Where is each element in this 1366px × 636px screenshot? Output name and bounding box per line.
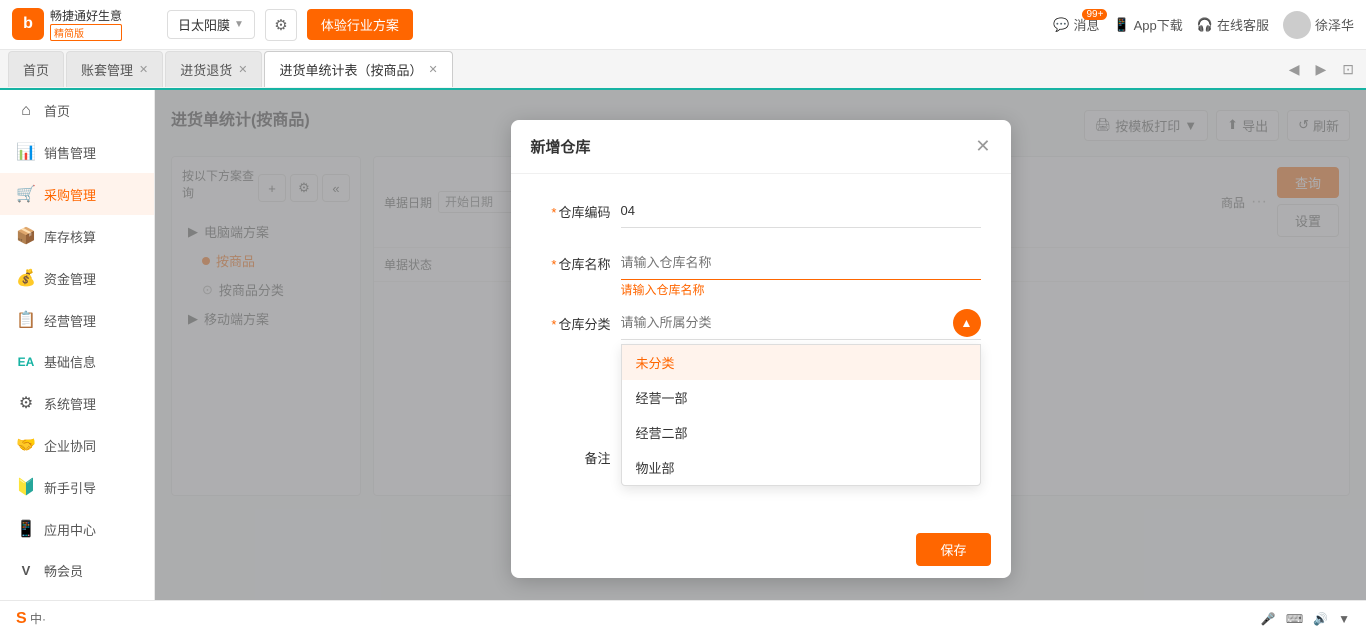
keyboard-icon[interactable]: ⌨ — [1286, 612, 1303, 626]
tab-nav-left-icon[interactable]: ◀ — [1285, 59, 1304, 80]
guide-icon: 🔰 — [16, 477, 36, 497]
tab-bar: 首页 账套管理 ✕ 进货退货 ✕ 进货单统计表（按商品） ✕ ◀ ▶ ⊡ — [0, 50, 1366, 90]
service-item[interactable]: 🎧 在线客服 — [1197, 15, 1269, 34]
store-selector[interactable]: 日太阳膜 ▼ — [167, 10, 255, 39]
dropdown-item-dept1[interactable]: 经营一部 — [622, 380, 980, 415]
warehouse-code-input[interactable] — [621, 194, 981, 228]
sidebar-item-purchase[interactable]: 🛒 采购管理 — [0, 173, 154, 215]
dialog-title: 新增仓库 — [531, 136, 591, 157]
dialog-header: 新增仓库 ✕ — [511, 120, 1011, 174]
app-download-item[interactable]: 📱 App下载 — [1113, 15, 1182, 34]
message-item[interactable]: 💬 消息 99+ — [1053, 15, 1099, 34]
store-arrow-icon: ▼ — [234, 19, 244, 30]
sidebar: ⌂ 首页 📊 销售管理 🛒 采购管理 📦 库存核算 💰 资金管理 📋 经营管理 … — [0, 90, 155, 636]
avatar — [1283, 11, 1311, 39]
category-label: 仓库分类 — [541, 306, 621, 333]
top-header: b 畅捷通好生意 精简版 日太阳膜 ▼ ⚙ 体验行业方案 💬 消息 99+ 📱 … — [0, 0, 1366, 50]
select-arrow-icon[interactable]: ▲ — [953, 309, 981, 337]
header-right: 💬 消息 99+ 📱 App下载 🎧 在线客服 徐泽华 — [1053, 11, 1354, 39]
warehouse-name-input[interactable] — [621, 246, 981, 280]
sidebar-item-operations[interactable]: 📋 经营管理 — [0, 299, 154, 341]
bottom-right: 🎤 ⌨ 🔊 ▼ — [1261, 612, 1350, 626]
sidebar-item-vip[interactable]: V 畅会员 — [0, 550, 154, 591]
inventory-icon: 📦 — [16, 226, 36, 246]
notification-badge: 99+ — [1082, 9, 1107, 20]
name-error-tip: 请输入仓库名称 — [621, 281, 705, 298]
system-icon: ⚙ — [16, 393, 36, 413]
sidebar-item-inventory[interactable]: 📦 库存核算 — [0, 215, 154, 257]
apps-icon: 📱 — [16, 519, 36, 539]
tab-purchase-stats[interactable]: 进货单统计表（按商品） ✕ — [264, 51, 452, 87]
sidebar-item-enterprise[interactable]: 🤝 企业协同 — [0, 424, 154, 466]
category-select-wrap: ▲ 未分类 经营一部 经营二部 物业部 — [621, 306, 981, 340]
sidebar-item-finance[interactable]: 💰 资金管理 — [0, 257, 154, 299]
home-icon: ⌂ — [16, 102, 36, 120]
s-logo: S — [16, 610, 27, 627]
dialog-close-icon[interactable]: ✕ — [975, 136, 990, 157]
name-label: 仓库名称 — [541, 246, 621, 273]
tab-purchase-return-close-icon[interactable]: ✕ — [238, 63, 247, 76]
speaker-icon[interactable]: 🔊 — [1313, 612, 1328, 626]
code-label: 仓库编码 — [541, 194, 621, 221]
logo-area: b 畅捷通好生意 精简版 — [12, 8, 167, 42]
new-warehouse-dialog: 新增仓库 ✕ 仓库编码 仓库名称 请输入仓库名称 — [511, 120, 1011, 578]
sales-icon: 📊 — [16, 142, 36, 162]
tab-accounts-close-icon[interactable]: ✕ — [139, 63, 148, 76]
purchase-icon: 🛒 — [16, 184, 36, 204]
mic-icon[interactable]: 🎤 — [1261, 612, 1276, 626]
dropdown-item-dept2[interactable]: 经营二部 — [622, 415, 980, 450]
bottom-bar: S 中· 🎤 ⌨ 🔊 ▼ — [0, 600, 1366, 636]
content-area: 进货单统计(按商品) 🖨 按模板打印 ▼ ⬆ 导出 ↺ 刷新 — [155, 90, 1366, 636]
tab-expand-icon[interactable]: ⊡ — [1338, 59, 1358, 80]
tab-accounts[interactable]: 账套管理 ✕ — [66, 51, 163, 87]
warehouse-code-row: 仓库编码 — [541, 194, 981, 228]
dropdown-icon[interactable]: ▼ — [1338, 612, 1350, 626]
save-button[interactable]: 保存 — [916, 533, 990, 566]
logo-badge: 精简版 — [50, 24, 122, 41]
sidebar-item-system[interactable]: ⚙ 系统管理 — [0, 382, 154, 424]
gear-icon: ⚙ — [274, 16, 287, 34]
dialog-footer: 保存 — [511, 521, 1011, 578]
sidebar-item-guide[interactable]: 🔰 新手引导 — [0, 466, 154, 508]
category-input[interactable] — [621, 306, 981, 340]
sidebar-item-home[interactable]: ⌂ 首页 — [0, 90, 154, 131]
remark-label: 备注 — [541, 440, 621, 467]
service-icon: 🎧 — [1197, 17, 1213, 33]
sidebar-item-apps[interactable]: 📱 应用中心 — [0, 508, 154, 550]
gear-button[interactable]: ⚙ — [265, 9, 297, 41]
dropdown-item-uncategorized[interactable]: 未分类 — [622, 345, 980, 380]
dropdown-item-dept3[interactable]: 物业部 — [622, 450, 980, 485]
category-dropdown: 未分类 经营一部 经营二部 物业部 — [621, 344, 981, 486]
logo-icon: b — [12, 8, 44, 40]
warehouse-category-row: 仓库分类 ▲ 未分类 经营一部 经营二部 物业部 — [541, 306, 981, 340]
trial-button[interactable]: 体验行业方案 — [307, 9, 413, 40]
basic-info-icon: EA — [16, 355, 36, 369]
header-middle: 日太阳膜 ▼ ⚙ 体验行业方案 — [167, 9, 1053, 41]
bottom-left: S 中· — [16, 610, 46, 628]
enterprise-icon: 🤝 — [16, 435, 36, 455]
tab-purchase-stats-close-icon[interactable]: ✕ — [429, 63, 438, 76]
main-layout: ⌂ 首页 📊 销售管理 🛒 采购管理 📦 库存核算 💰 资金管理 📋 经营管理 … — [0, 90, 1366, 636]
dialog-body: 仓库编码 仓库名称 请输入仓库名称 仓库分类 ▲ — [511, 174, 1011, 521]
tab-purchase-return[interactable]: 进货退货 ✕ — [165, 51, 262, 87]
app-icon: 📱 — [1113, 17, 1129, 33]
user-avatar-area[interactable]: 徐泽华 — [1283, 11, 1354, 39]
finance-icon: 💰 — [16, 268, 36, 288]
logo-text: 畅捷通好生意 — [50, 8, 122, 25]
tab-nav-right-icon[interactable]: ▶ — [1311, 59, 1330, 80]
operations-icon: 📋 — [16, 310, 36, 330]
dialog-overlay: 新增仓库 ✕ 仓库编码 仓库名称 请输入仓库名称 — [155, 90, 1366, 636]
vip-icon: V — [16, 563, 36, 578]
sidebar-item-basic-info[interactable]: EA 基础信息 — [0, 341, 154, 382]
message-icon: 💬 — [1053, 17, 1069, 33]
warehouse-name-row: 仓库名称 请输入仓库名称 — [541, 246, 981, 280]
tab-home[interactable]: 首页 — [8, 51, 64, 87]
sidebar-item-sales[interactable]: 📊 销售管理 — [0, 131, 154, 173]
